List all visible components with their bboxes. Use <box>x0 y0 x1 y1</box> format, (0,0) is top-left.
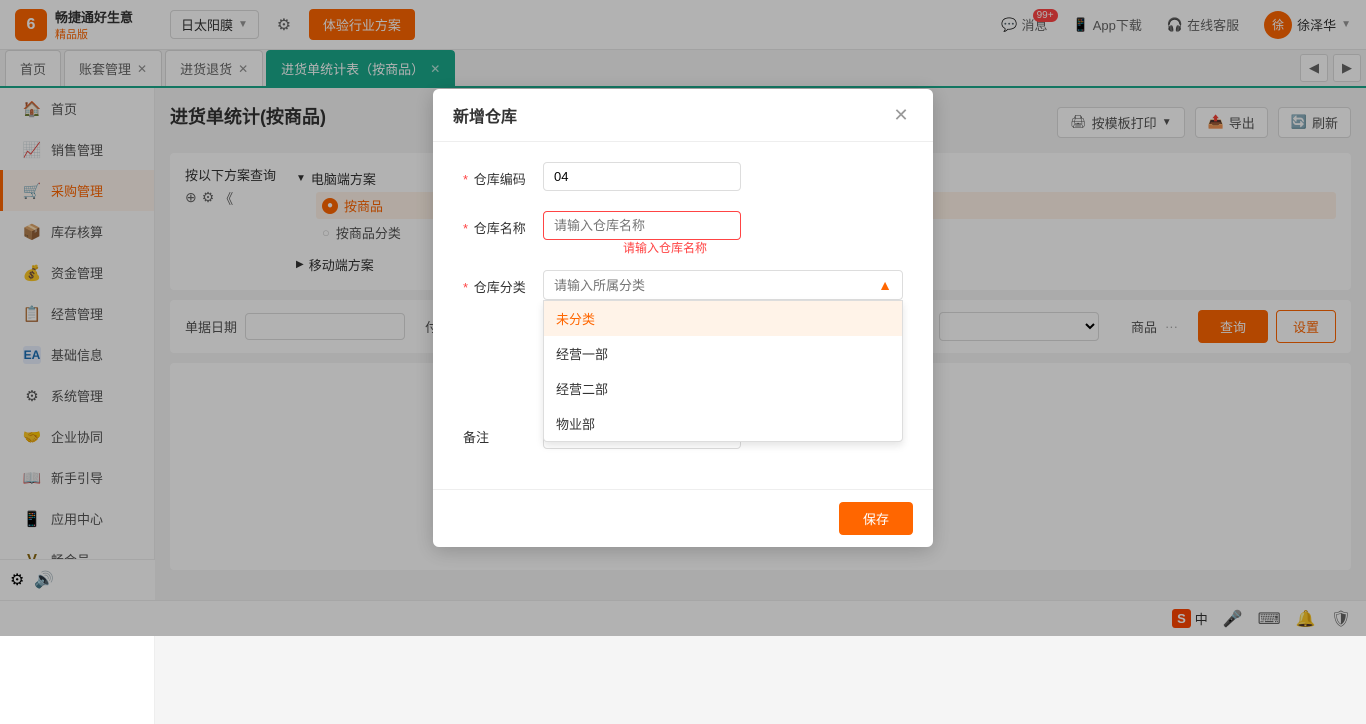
required-star-2: * <box>463 221 468 236</box>
notes-label-wrap: 备注 <box>463 420 543 446</box>
name-input[interactable] <box>543 211 741 240</box>
code-row: * 仓库编码 <box>463 162 903 191</box>
modal-header: 新增仓库 ✕ <box>433 89 933 142</box>
name-row: * 仓库名称 请输入仓库名称 <box>463 211 903 240</box>
modal-footer: 保存 <box>433 489 933 547</box>
category-field-wrap: ▲ 未分类 经营一部 经营二部 物业部 <box>543 270 903 300</box>
new-warehouse-modal: 新增仓库 ✕ * 仓库编码 * 仓库名称 <box>433 89 933 547</box>
dropdown-item-unclassified[interactable]: 未分类 <box>544 301 902 336</box>
required-star-3: * <box>463 280 468 295</box>
save-button[interactable]: 保存 <box>839 502 913 535</box>
dropdown-item-dept1[interactable]: 经营一部 <box>544 336 902 371</box>
name-label: 仓库名称 <box>474 221 526 236</box>
modal-overlay[interactable]: 新增仓库 ✕ * 仓库编码 * 仓库名称 <box>0 0 1366 636</box>
category-row: * 仓库分类 ▲ 未分类 经营一部 经营二部 物业部 <box>463 270 903 300</box>
name-field-wrap: 请输入仓库名称 <box>543 211 903 240</box>
dropdown-item-dept2[interactable]: 经营二部 <box>544 371 902 406</box>
category-label: 仓库分类 <box>474 280 526 295</box>
category-dropdown-trigger[interactable]: ▲ <box>543 270 903 300</box>
name-error-msg: 请输入仓库名称 <box>623 239 707 256</box>
modal-title: 新增仓库 <box>453 103 517 127</box>
name-label-wrap: * 仓库名称 <box>463 211 543 237</box>
notes-label: 备注 <box>463 430 489 445</box>
code-label: 仓库编码 <box>474 172 526 187</box>
modal-body: * 仓库编码 * 仓库名称 请输入仓库名称 <box>433 142 933 489</box>
dropdown-up-icon: ▲ <box>878 277 892 293</box>
modal-close-button[interactable]: ✕ <box>889 103 913 127</box>
category-label-wrap: * 仓库分类 <box>463 270 543 296</box>
category-input[interactable] <box>554 278 878 293</box>
category-dropdown-menu: 未分类 经营一部 经营二部 物业部 <box>543 300 903 442</box>
required-star: * <box>463 172 468 187</box>
code-input[interactable] <box>543 162 741 191</box>
dropdown-item-property[interactable]: 物业部 <box>544 406 902 441</box>
code-field-wrap <box>543 162 903 191</box>
code-label-wrap: * 仓库编码 <box>463 162 543 188</box>
